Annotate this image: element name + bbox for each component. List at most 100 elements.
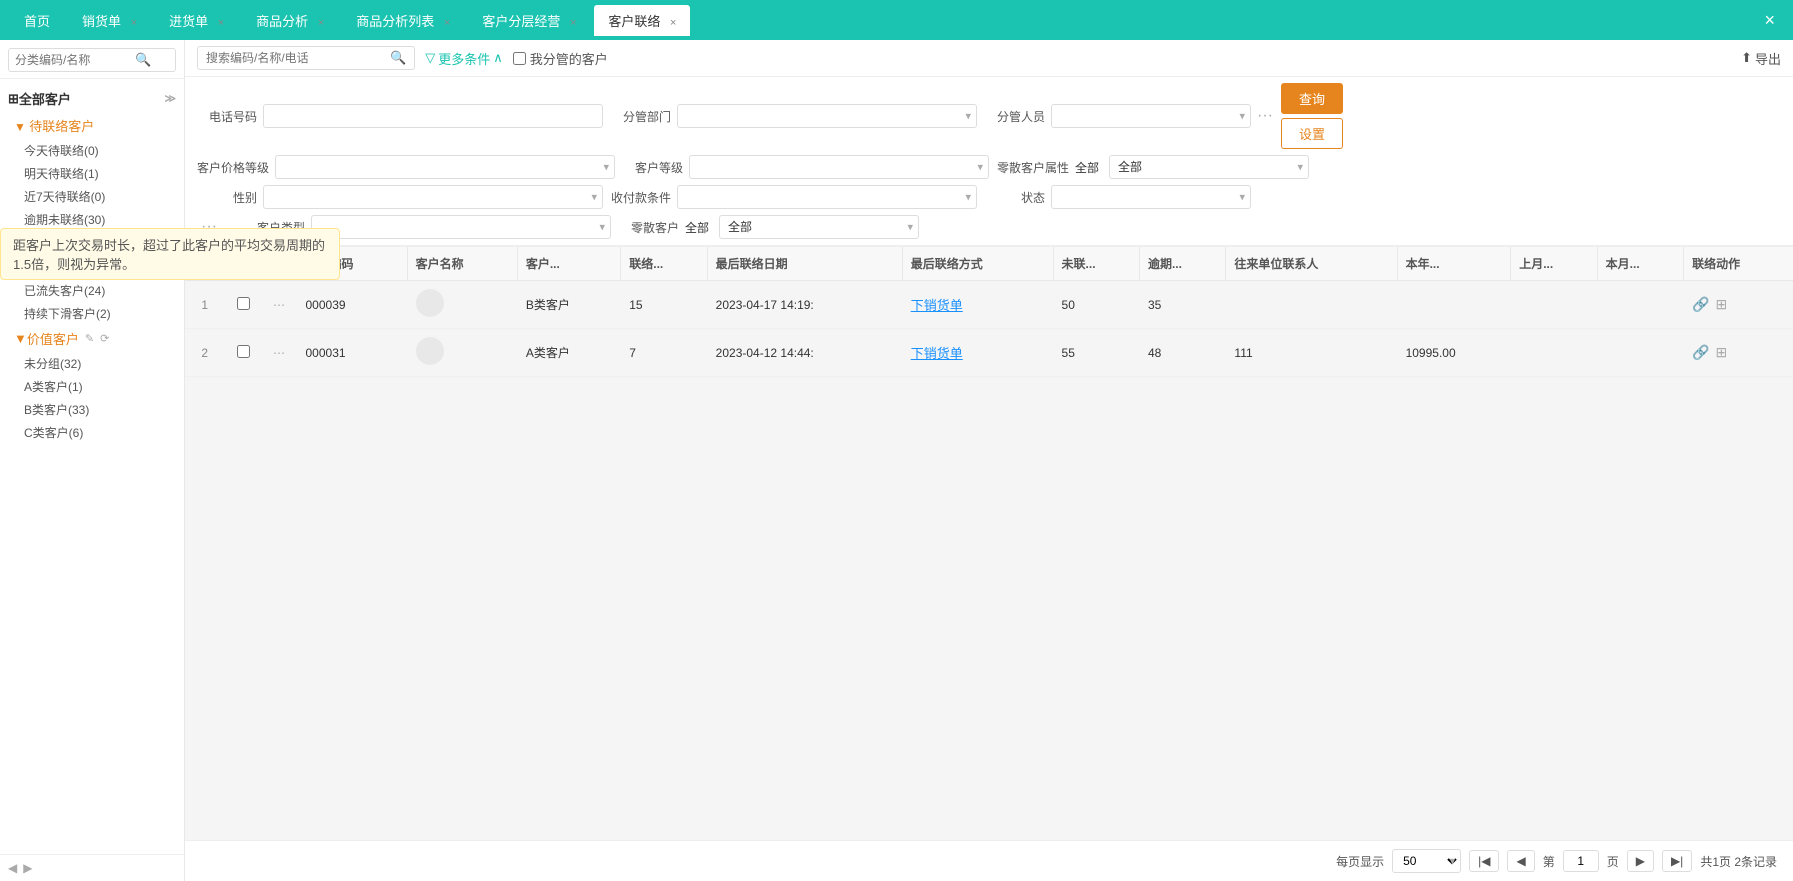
tab-sales[interactable]: 销货单 × (68, 5, 151, 36)
row2-method-link[interactable]: 下销货单 (911, 346, 963, 361)
sidebar-search-icon: 🔍 (135, 52, 151, 68)
filter-area: 电话号码 分管部门 分管人员 (185, 77, 1793, 247)
row2-grid-icon[interactable]: ⊞ (1716, 344, 1728, 361)
customer-type-select[interactable] (311, 215, 611, 239)
sidebar-search-input[interactable] (15, 53, 135, 67)
th-unread: 未联... (1053, 247, 1139, 281)
row1-unread: 50 (1053, 281, 1139, 329)
table-header-row: ⚙ 客户编码 客户名称 客户... 联络... 最后联络日期 最后联络方式 未联… (185, 247, 1793, 281)
next-page-button[interactable]: ▶ (1627, 850, 1654, 872)
th-name: 客户名称 (407, 247, 517, 281)
sidebar-left-arrow[interactable]: ◀ (8, 861, 17, 875)
th-this-year: 本年... (1397, 247, 1511, 281)
sidebar-item-b-class[interactable]: B类客户(33) (0, 398, 184, 421)
per-page-label: 每页显示 (1336, 853, 1384, 870)
close-customer-contact-tab[interactable]: × (670, 17, 676, 29)
tab-home[interactable]: 首页 (10, 5, 64, 36)
close-sales-tab[interactable]: × (131, 17, 137, 29)
person-label: 分管人员 (985, 108, 1045, 125)
more-filter-button[interactable]: ▽ 更多条件 ∧ (425, 49, 503, 68)
price-tier-select[interactable] (275, 155, 615, 179)
tab-customer-contact[interactable]: 客户联络 × (594, 5, 690, 36)
refresh-icon[interactable]: ⟳ (100, 332, 109, 345)
close-analysis-list-tab[interactable]: × (444, 17, 450, 29)
row1-grid-icon[interactable]: ⊞ (1716, 296, 1728, 313)
filter-row-4: ··· 客户类型 零散客户 全部 (197, 215, 1781, 239)
pending-section-title[interactable]: ▼ 待联络客户 (0, 112, 184, 139)
tab-analysis-list[interactable]: 商品分析列表 × (342, 5, 464, 36)
toolbar: 🔍 ▽ 更多条件 ∧ 我分管的客户 ⬆ 导出 (185, 40, 1793, 77)
sidebar-search-area: 🔍 (0, 40, 184, 79)
person-select[interactable] (1051, 104, 1251, 128)
row1-last-method[interactable]: 下销货单 (902, 281, 1053, 329)
row2-avatar (416, 337, 444, 365)
row1-checkbox[interactable] (237, 297, 250, 310)
sidebar-item-today[interactable]: 今天待联络(0) (0, 139, 184, 162)
value-section[interactable]: ▼ 价值客户 ✎ ⟳ (0, 325, 184, 352)
sidebar-item-7days[interactable]: 近7天待联络(0) (0, 185, 184, 208)
person-select-wrap (1051, 104, 1251, 128)
dept-select[interactable] (677, 104, 977, 128)
all-customers-header[interactable]: ⊞ 全部客户 ≫ (0, 85, 184, 112)
filter-payment: 收付款条件 (611, 185, 977, 209)
content-area: 🔍 ▽ 更多条件 ∧ 我分管的客户 ⬆ 导出 (185, 40, 1793, 881)
row1-link-icon[interactable]: 🔗 (1692, 296, 1709, 313)
row2-last-method[interactable]: 下销货单 (902, 329, 1053, 377)
row1-action-icons: 🔗 ⊞ (1692, 296, 1785, 313)
row1-last-date: 2023-04-17 14:19: (707, 281, 902, 329)
person-dots[interactable]: ··· (1257, 107, 1273, 125)
sidebar-item-unclassified[interactable]: 未分组(32) (0, 352, 184, 375)
gender-label: 性别 (197, 189, 257, 206)
sidebar-item-c-class[interactable]: C类客户(6) (0, 421, 184, 444)
row2-link-icon[interactable]: 🔗 (1692, 344, 1709, 361)
payment-select[interactable] (677, 185, 977, 209)
row1-settings[interactable]: ⋯ (261, 281, 297, 329)
row1-method-link[interactable]: 下销货单 (911, 298, 963, 313)
search-input[interactable] (206, 51, 386, 65)
export-button[interactable]: ⬆ 导出 (1741, 49, 1781, 68)
filter-row-1: 电话号码 分管部门 分管人员 (197, 83, 1781, 149)
settings-button[interactable]: 设置 (1281, 118, 1343, 149)
my-customer-checkbox-area[interactable]: 我分管的客户 (513, 49, 608, 68)
row2-checkbox[interactable] (237, 345, 250, 358)
tab-customer-tier[interactable]: 客户分层经营 × (468, 5, 590, 36)
retail-customer-select[interactable]: 全部 (719, 215, 919, 239)
row2-action-icons: 🔗 ⊞ (1692, 344, 1785, 361)
th-unit-contact: 往来单位联系人 (1226, 247, 1397, 281)
sidebar-item-sliding[interactable]: 持续下滑客户(2) (0, 302, 184, 325)
prev-page-button[interactable]: ◀ (1507, 850, 1534, 872)
phone-input[interactable] (263, 104, 603, 128)
sidebar-item-already-lost[interactable]: 已流失客户(24) (0, 279, 184, 302)
query-button[interactable]: 查询 (1281, 83, 1343, 114)
status-select[interactable] (1051, 185, 1251, 209)
collapse-btn[interactable]: ≫ (164, 92, 176, 105)
filter-person: 分管人员 ··· (985, 104, 1273, 128)
sidebar-item-a-class[interactable]: A类客户(1) (0, 375, 184, 398)
tab-purchase[interactable]: 进货单 × (155, 5, 238, 36)
tab-analysis[interactable]: 商品分析 × (242, 5, 338, 36)
first-page-button[interactable]: |◀ (1469, 850, 1499, 872)
window-close-button[interactable]: × (1756, 10, 1783, 31)
row1-last-month (1511, 281, 1597, 329)
retail-attr-select[interactable]: 全部 (1109, 155, 1309, 179)
close-analysis-tab[interactable]: × (318, 17, 324, 29)
row1-tier: B类客户 (517, 281, 620, 329)
customer-tier-select[interactable] (689, 155, 989, 179)
edit-icon[interactable]: ✎ (85, 332, 94, 345)
row1-code: 000039 (297, 281, 407, 329)
close-customer-tier-tab[interactable]: × (570, 17, 576, 29)
page-number-input[interactable] (1563, 850, 1599, 872)
filter-gender: 性别 (197, 185, 603, 209)
retail-customer-label: 零散客户 (619, 219, 679, 236)
tooltip-box: 距客户上次交易时长，超过了此客户的平均交易周期的1.5倍，则视为异常。 (0, 228, 184, 280)
row2-name (407, 329, 517, 377)
grid-icon: ⊞ (8, 91, 19, 107)
close-purchase-tab[interactable]: × (218, 17, 224, 29)
my-customer-checkbox[interactable] (513, 52, 526, 65)
row2-settings[interactable]: ⋯ (261, 329, 297, 377)
per-page-select[interactable]: 50 100 (1392, 849, 1461, 873)
sidebar-right-arrow[interactable]: ▶ (23, 861, 32, 875)
sidebar-item-tomorrow[interactable]: 明天待联络(1) (0, 162, 184, 185)
gender-select[interactable] (263, 185, 603, 209)
last-page-button[interactable]: ▶| (1662, 850, 1692, 872)
